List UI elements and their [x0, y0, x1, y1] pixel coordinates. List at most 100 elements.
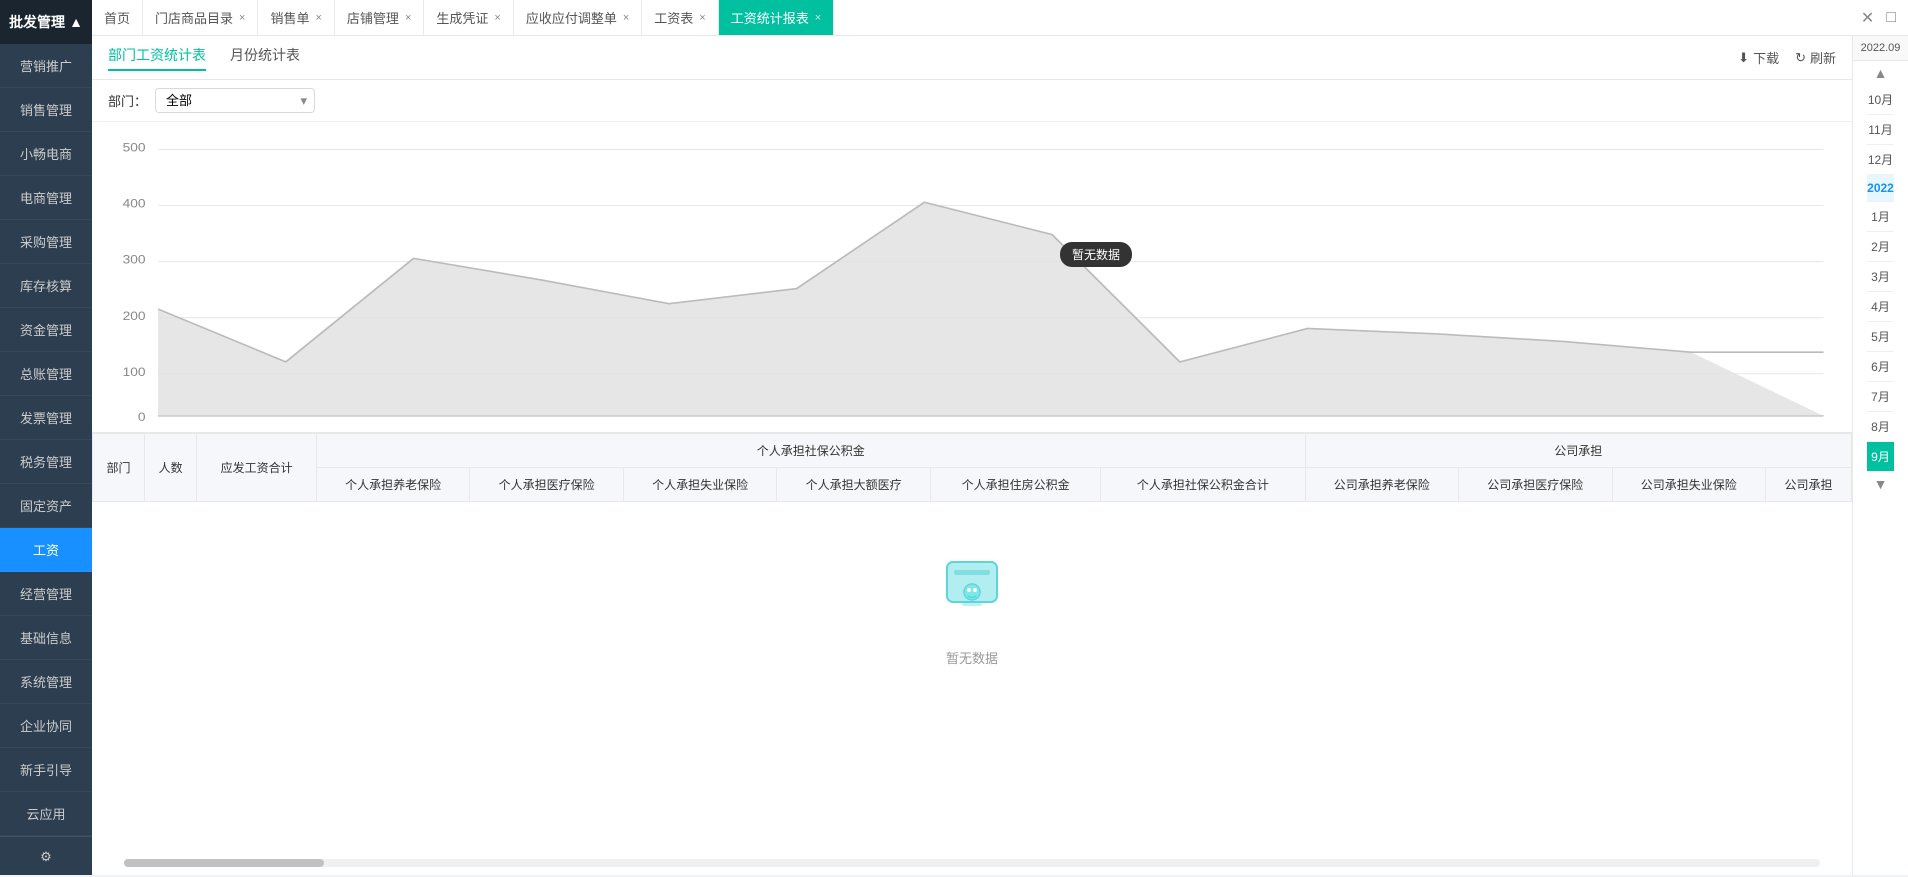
close-tab-button[interactable]: ✕ [1857, 6, 1878, 30]
date-item-7月[interactable]: 7月 [1867, 382, 1894, 412]
sub-tabs: 部门工资统计表月份统计表 ⬇ 下载 ↻ 刷新 [92, 36, 1852, 80]
sidebar-item-固定资产[interactable]: 固定资产 [0, 484, 92, 528]
table-header-row2: 个人承担养老保险 个人承担医疗保险 个人承担失业保险 个人承担大额医疗 个人承担… [93, 468, 1852, 502]
date-nav-down[interactable]: ▼ [1853, 472, 1908, 496]
date-panel-header: 2022.09 [1853, 36, 1908, 61]
refresh-button[interactable]: ↻ 刷新 [1795, 48, 1836, 67]
refresh-label: 刷新 [1810, 48, 1836, 67]
sidebar-item-电商管理[interactable]: 电商管理 [0, 176, 92, 220]
col-personal-total: 个人承担社保公积金合计 [1101, 468, 1305, 502]
svg-text:500: 500 [123, 140, 146, 154]
date-item-10月[interactable]: 10月 [1867, 85, 1894, 115]
date-item-1月[interactable]: 1月 [1867, 202, 1894, 232]
svg-text:300: 300 [123, 253, 146, 267]
tab-bar: 首页门店商品目录×销售单×店铺管理×生成凭证×应收应付调整单×工资表×工资统计报… [92, 0, 1908, 36]
sidebar-collapse-icon: ▲ [69, 14, 83, 30]
tab-close-icon[interactable]: × [699, 12, 705, 24]
sidebar-item-发票管理[interactable]: 发票管理 [0, 396, 92, 440]
tab-close-icon[interactable]: × [239, 12, 245, 24]
date-item-12月[interactable]: 12月 [1867, 145, 1894, 175]
date-item-2月[interactable]: 2月 [1867, 232, 1894, 262]
tab-close-icon[interactable]: × [315, 12, 321, 24]
sidebar-item-营销推广[interactable]: 营销推广 [0, 44, 92, 88]
tab-工资统计报表[interactable]: 工资统计报表× [719, 0, 834, 36]
date-item-4月[interactable]: 4月 [1867, 292, 1894, 322]
col-company-other: 公司承担 [1766, 468, 1852, 502]
sidebar-item-总账管理[interactable]: 总账管理 [0, 352, 92, 396]
svg-text:100: 100 [123, 365, 146, 379]
maximize-tab-button[interactable]: □ [1882, 7, 1900, 29]
col-personal-major-med: 个人承担大额医疗 [777, 468, 931, 502]
date-item-8月[interactable]: 8月 [1867, 412, 1894, 442]
date-item-9月[interactable]: 9月 [1867, 442, 1894, 472]
col-total-wage: 应发工资合计 [197, 434, 317, 502]
date-nav-up[interactable]: ▲ [1853, 61, 1908, 85]
sub-tab-月份统计表[interactable]: 月份统计表 [230, 45, 300, 71]
sidebar-title-text: 批发管理 [9, 12, 65, 32]
col-personal-housing: 个人承担住房公积金 [930, 468, 1100, 502]
date-item-5月[interactable]: 5月 [1867, 322, 1894, 352]
table-row: 暂无数据 [93, 502, 1852, 708]
sidebar-item-销售管理[interactable]: 销售管理 [0, 88, 92, 132]
tab-首页[interactable]: 首页 [92, 0, 143, 36]
sidebar-item-新手引导[interactable]: 新手引导 [0, 748, 92, 792]
sidebar-item-云应用[interactable]: 云应用 [0, 792, 92, 836]
refresh-icon: ↻ [1795, 50, 1806, 66]
col-company-unemploy: 公司承担失业保险 [1612, 468, 1766, 502]
settings-button[interactable]: ⚙ [0, 837, 92, 877]
empty-icon [932, 542, 1012, 636]
table-scrollbar[interactable] [124, 859, 1820, 867]
sidebar-title[interactable]: 批发管理 ▲ [0, 0, 92, 44]
chart-svg: 500 400 300 200 100 0 [108, 130, 1836, 432]
tab-销售单[interactable]: 销售单× [258, 0, 334, 36]
tab-close-icon[interactable]: × [494, 12, 500, 24]
col-personal-unemploy: 个人承担失业保险 [623, 468, 777, 502]
sidebar-item-工资[interactable]: 工资 [0, 528, 92, 572]
col-company-medical: 公司承担医疗保险 [1459, 468, 1613, 502]
col-company-insurance: 公司承担 [1305, 434, 1852, 468]
table-header-row1: 部门 人数 应发工资合计 个人承担社保公积金 公司承担 [93, 434, 1852, 468]
date-panel: 2022.09 ▲ 10月11月12月20221月2月3月4月5月6月7月8月9… [1852, 36, 1908, 875]
sidebar-item-税务管理[interactable]: 税务管理 [0, 440, 92, 484]
date-item-3月[interactable]: 3月 [1867, 262, 1894, 292]
date-item-11月[interactable]: 11月 [1867, 115, 1894, 145]
sidebar-bottom: ⚙ [0, 836, 92, 877]
sidebar-item-采购管理[interactable]: 采购管理 [0, 220, 92, 264]
sidebar-item-基础信息[interactable]: 基础信息 [0, 616, 92, 660]
sidebar-item-企业协同[interactable]: 企业协同 [0, 704, 92, 748]
sub-tab-部门工资统计表[interactable]: 部门工资统计表 [108, 45, 206, 71]
tab-close-icon[interactable]: × [405, 12, 411, 24]
tab-close-icon[interactable]: × [815, 12, 821, 24]
sidebar-item-资金管理[interactable]: 资金管理 [0, 308, 92, 352]
sidebar: 批发管理 ▲ 营销推广销售管理小畅电商电商管理采购管理库存核算资金管理总账管理发… [0, 0, 92, 875]
dept-select[interactable]: 全部销售部财务部行政部采购部 [155, 88, 315, 113]
tab-生成凭证[interactable]: 生成凭证× [424, 0, 513, 36]
svg-text:400: 400 [123, 197, 146, 211]
stats-table: 部门 人数 应发工资合计 个人承担社保公积金 公司承担 个人承担养老保险 个人承… [92, 433, 1852, 707]
tab-close-icon[interactable]: × [623, 12, 629, 24]
content-area: 部门工资统计表月份统计表 ⬇ 下载 ↻ 刷新 部门： 全部销售部财务部行政部采购… [92, 36, 1908, 875]
sidebar-item-小畅电商[interactable]: 小畅电商 [0, 132, 92, 176]
col-dept: 部门 [93, 434, 145, 502]
sidebar-item-系统管理[interactable]: 系统管理 [0, 660, 92, 704]
download-label: 下载 [1753, 48, 1779, 67]
table-scrollbar-thumb[interactable] [124, 859, 324, 867]
main-content: 部门工资统计表月份统计表 ⬇ 下载 ↻ 刷新 部门： 全部销售部财务部行政部采购… [92, 36, 1852, 875]
tab-店铺管理[interactable]: 店铺管理× [335, 0, 424, 36]
tab-应收应付调整单[interactable]: 应收应付调整单× [514, 0, 642, 36]
col-personal-insurance: 个人承担社保公积金 [316, 434, 1305, 468]
svg-text:200: 200 [123, 309, 146, 323]
dept-select-wrapper: 全部销售部财务部行政部采购部 [155, 88, 315, 113]
table-area[interactable]: 部门 人数 应发工资合计 个人承担社保公积金 公司承担 个人承担养老保险 个人承… [92, 432, 1852, 851]
filter-bar: 部门： 全部销售部财务部行政部采购部 [92, 80, 1852, 122]
sidebar-item-经营管理[interactable]: 经营管理 [0, 572, 92, 616]
svg-text:0: 0 [138, 410, 146, 424]
date-item-2022[interactable]: 2022 [1867, 175, 1894, 202]
download-button[interactable]: ⬇ 下载 [1738, 48, 1779, 67]
date-item-6月[interactable]: 6月 [1867, 352, 1894, 382]
dept-filter-label: 部门： [108, 91, 147, 110]
tab-门店商品目录[interactable]: 门店商品目录× [143, 0, 258, 36]
sidebar-item-库存核算[interactable]: 库存核算 [0, 264, 92, 308]
tab-工资表[interactable]: 工资表× [642, 0, 718, 36]
empty-state: 暂无数据 [93, 502, 1852, 707]
